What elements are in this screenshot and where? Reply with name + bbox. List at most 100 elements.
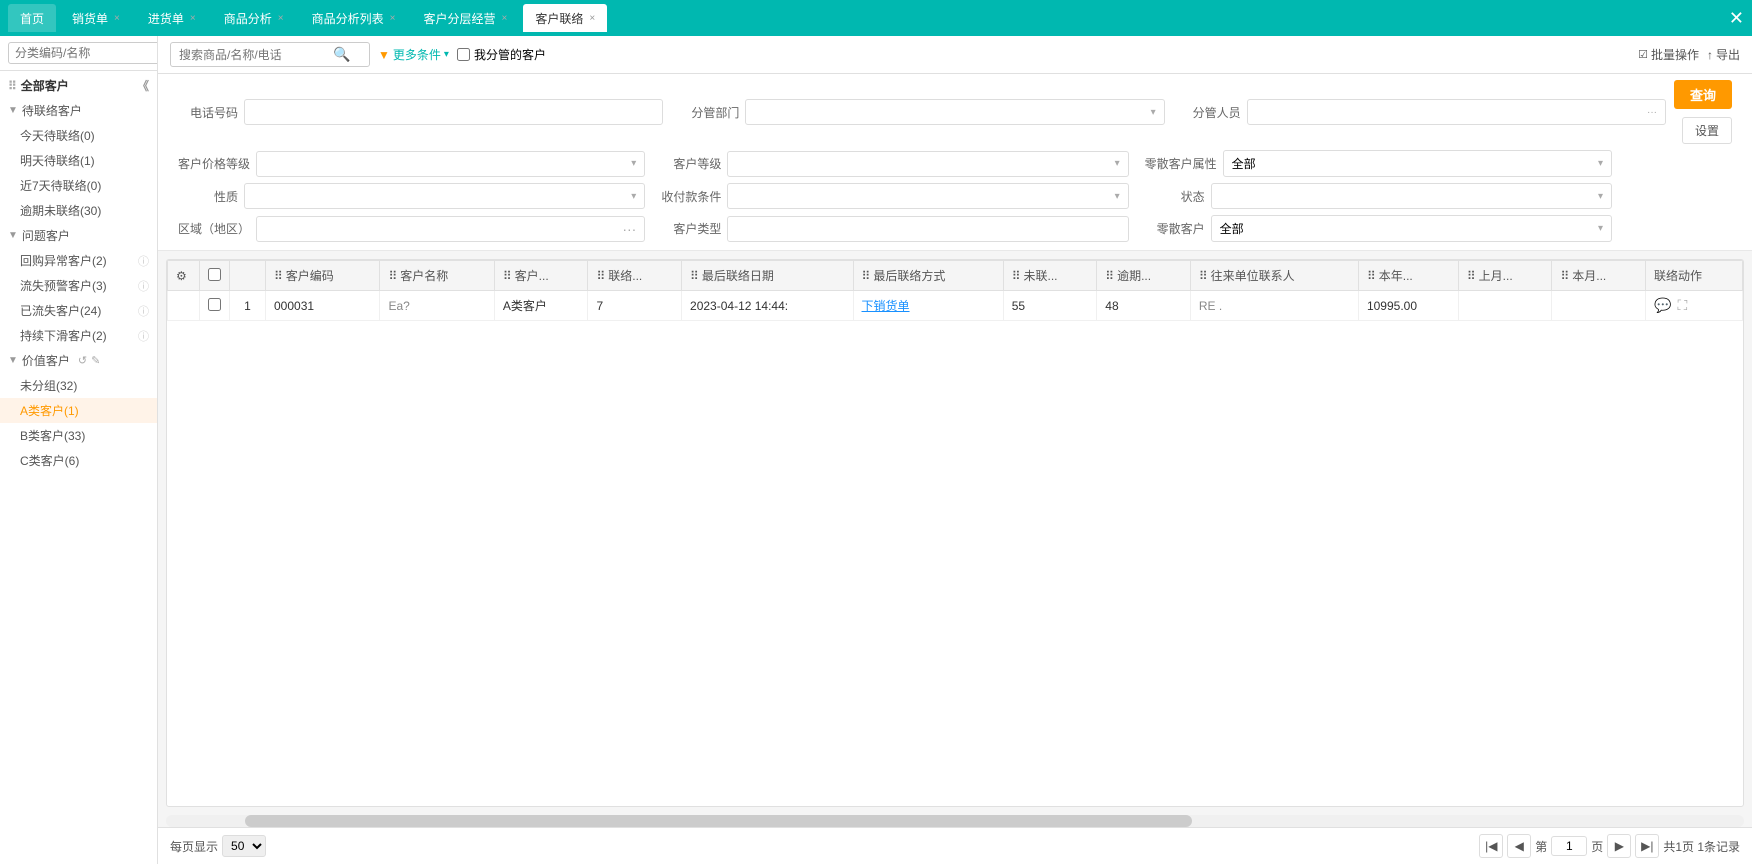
th-overdue-sort: ⠿: [1105, 269, 1114, 283]
page-prev-btn[interactable]: ◀: [1507, 834, 1531, 858]
nature-label: 性质: [178, 188, 238, 205]
sidebar-item-c-class[interactable]: C类客户(6): [0, 448, 157, 473]
th-thisyear: ⠿ 本年...: [1358, 261, 1458, 291]
pricelevel-select[interactable]: ▾: [256, 151, 645, 177]
retailattr-select[interactable]: 全部 ▾: [1223, 150, 1612, 177]
export-btn[interactable]: ↑ 导出: [1707, 46, 1740, 63]
close-customer-contact[interactable]: ×: [589, 13, 595, 24]
page-first-btn[interactable]: |◀: [1479, 834, 1503, 858]
sidebar-item-abnormal[interactable]: 回购异常客户(2) ⓘ: [0, 248, 157, 273]
advanced-filters: 电话号码 分管部门 ▾ 分管人员 ···: [158, 74, 1752, 251]
filter-cell-retailcust: 零散客户 全部 ▾: [1137, 215, 1620, 242]
filter-more-btn[interactable]: ▼ 更多条件 ▾: [378, 46, 449, 63]
pending-group-label: 待联络客户: [22, 102, 82, 119]
sidebar-item-churned[interactable]: 已流失客户(24) ⓘ: [0, 298, 157, 323]
window-close-icon[interactable]: ✕: [1729, 8, 1744, 29]
info-icon-churn: ⓘ: [138, 278, 149, 294]
page-next-btn[interactable]: ▶: [1607, 834, 1631, 858]
th-thisyear-sort: ⠿: [1367, 269, 1376, 283]
dept-select[interactable]: ▾: [745, 99, 1164, 125]
export-label: 导出: [1716, 46, 1740, 63]
payterm-select[interactable]: ▾: [727, 183, 1128, 209]
nav-tab-analysis-list[interactable]: 商品分析列表 ×: [300, 4, 408, 32]
sales-label: 销货单: [72, 10, 108, 27]
status-chevron: ▾: [1598, 191, 1603, 202]
close-sales[interactable]: ×: [114, 13, 120, 24]
sidebar-search-input[interactable]: [8, 42, 158, 64]
retailcust-select[interactable]: 全部 ▾: [1211, 215, 1612, 242]
per-page-select[interactable]: 50: [222, 835, 266, 857]
nav-tab-customer-contact[interactable]: 客户联络 ×: [523, 4, 607, 32]
nav-tab-customer-mgmt[interactable]: 客户分层经营 ×: [411, 4, 519, 32]
scrollbar-thumb: [245, 815, 1192, 827]
retailcust-value: 全部: [1220, 220, 1244, 237]
sidebar-collapse-icon[interactable]: 《: [137, 77, 149, 94]
th-uncontacted: ⠿ 未联...: [1003, 261, 1097, 291]
sidebar-item-today[interactable]: 今天待联络(0): [0, 123, 157, 148]
custtype-select[interactable]: [727, 216, 1128, 242]
sidebar-item-tomorrow[interactable]: 明天待联络(1): [0, 148, 157, 173]
sidebar-item-7days[interactable]: 近7天待联络(0): [0, 173, 157, 198]
edit-icon[interactable]: ✎: [91, 354, 100, 367]
region-select[interactable]: ···: [256, 216, 645, 242]
sidebar-item-declining[interactable]: 持续下滑客户(2) ⓘ: [0, 323, 157, 348]
close-analysis-list[interactable]: ×: [390, 13, 396, 24]
custlevel-select[interactable]: ▾: [727, 151, 1128, 177]
batch-op-btn[interactable]: ☑ 批量操作: [1638, 46, 1699, 63]
sidebar-group-pending-header[interactable]: ▼ 待联络客户: [0, 98, 157, 123]
row-checkbox[interactable]: [208, 298, 221, 311]
page-number-input[interactable]: [1551, 836, 1587, 856]
sidebar-item-a-class[interactable]: A类客户(1): [0, 398, 157, 423]
page-last-btn[interactable]: ▶|: [1635, 834, 1659, 858]
custlevel-label: 客户等级: [661, 155, 721, 172]
close-analysis[interactable]: ×: [278, 13, 284, 24]
th-level-sort: ⠿: [503, 269, 512, 283]
value-group-label: 价值客户: [22, 352, 70, 369]
my-customers-filter[interactable]: 我分管的客户: [457, 46, 546, 63]
sidebar-item-b-class[interactable]: B类客户(33): [0, 423, 157, 448]
sidebar-item-overdue[interactable]: 逾期未联络(30): [0, 198, 157, 223]
filter-search-input[interactable]: [179, 48, 329, 62]
select-all-checkbox[interactable]: [208, 268, 221, 281]
my-customers-checkbox[interactable]: [457, 48, 470, 61]
analysis-list-label: 商品分析列表: [312, 10, 384, 27]
query-button[interactable]: 查询: [1674, 80, 1732, 109]
sidebar-item-churn-warning[interactable]: 流失预警客户(3) ⓘ: [0, 273, 157, 298]
nature-select[interactable]: ▾: [244, 183, 645, 209]
th-thismonth: ⠿ 本月...: [1552, 261, 1646, 291]
filter-cell-person: 分管人员 ···: [1173, 99, 1674, 125]
sidebar-item-ungrouped[interactable]: 未分组(32): [0, 373, 157, 398]
row-overdue-cell: 48: [1097, 291, 1191, 321]
nav-tab-sales[interactable]: 销货单 ×: [60, 4, 132, 32]
filter-search-icon[interactable]: 🔍: [333, 46, 350, 63]
phone-input[interactable]: [244, 99, 663, 125]
setting-button[interactable]: 设置: [1682, 117, 1732, 144]
horizontal-scrollbar[interactable]: [166, 815, 1744, 827]
th-overdue: ⠿ 逾期...: [1097, 261, 1191, 291]
nav-tab-home[interactable]: 首页: [8, 4, 56, 32]
status-select[interactable]: ▾: [1211, 183, 1612, 209]
gear-icon[interactable]: ⚙: [176, 269, 187, 283]
person-select[interactable]: ···: [1247, 99, 1666, 125]
batch-checkbox-icon: ☑: [1638, 48, 1648, 61]
dept-label: 分管部门: [679, 104, 739, 121]
nav-tab-purchase[interactable]: 进货单 ×: [136, 4, 208, 32]
problem-group-label: 问题客户: [22, 227, 70, 244]
close-customer-mgmt[interactable]: ×: [501, 13, 507, 24]
row-chat-icon[interactable]: 💬: [1654, 297, 1671, 314]
row-uncontacted: 55: [1012, 299, 1025, 313]
row-lastmethod[interactable]: 下销货单: [862, 299, 910, 313]
nav-tab-analysis[interactable]: 商品分析 ×: [212, 4, 296, 32]
row-link-icon[interactable]: ⛶: [1677, 297, 1687, 314]
th-code-sort: ⠿: [274, 269, 283, 283]
row-code-cell: 000031: [266, 291, 380, 321]
customer-table-container: ⚙ ⠿ 客户编码: [166, 259, 1744, 807]
sidebar-group-value-header[interactable]: ▼ 价值客户 ↺ ✎: [0, 348, 157, 373]
sidebar-group-problem-header[interactable]: ▼ 问题客户: [0, 223, 157, 248]
close-purchase[interactable]: ×: [190, 13, 196, 24]
retailcust-label: 零散客户: [1145, 220, 1205, 237]
refresh-icon[interactable]: ↺: [78, 354, 87, 367]
all-customers-label: 全部客户: [21, 77, 69, 94]
person-label: 分管人员: [1181, 104, 1241, 121]
retailattr-chevron: ▾: [1598, 158, 1603, 169]
